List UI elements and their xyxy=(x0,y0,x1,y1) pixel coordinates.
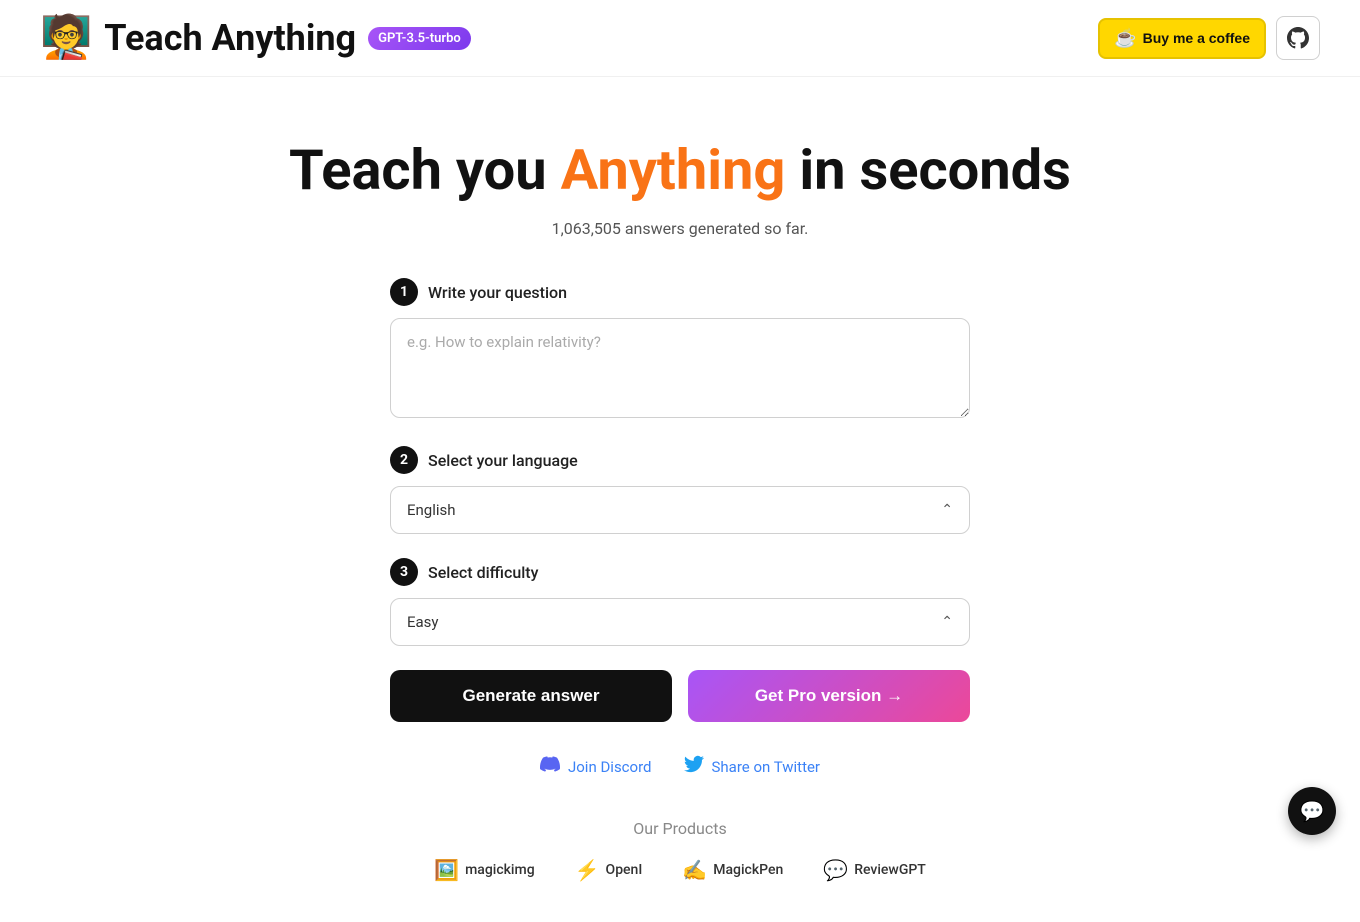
language-select[interactable]: English ⌃ xyxy=(390,486,970,534)
hero-title: Teach you Anything in seconds xyxy=(289,137,1071,203)
coffee-icon: ☕ xyxy=(1114,28,1136,49)
language-select-wrapper: English ⌃ xyxy=(390,486,970,534)
pro-button[interactable]: Get Pro version → xyxy=(688,670,970,722)
step1-label: 1 Write your question xyxy=(390,278,970,306)
buttons-row: Generate answer Get Pro version → xyxy=(390,670,970,722)
step3-text: Select difficulty xyxy=(428,563,538,582)
subtitle: 1,063,505 answers generated so far. xyxy=(552,219,809,238)
products-section: Our Products 🖼️ magickimg ⚡ OpenI ✍️ Mag… xyxy=(340,819,1020,882)
hero-title-end: in seconds xyxy=(785,137,1071,203)
logo-icon: 🧑‍🏫 xyxy=(40,17,92,59)
step2-label: 2 Select your language xyxy=(390,446,970,474)
step3-number: 3 xyxy=(390,558,418,586)
step2-number: 2 xyxy=(390,446,418,474)
magickimg-label: magickimg xyxy=(465,862,535,878)
openi-label: OpenI xyxy=(606,862,643,878)
gpt-badge: GPT-3.5-turbo xyxy=(368,27,471,50)
coffee-btn-label: Buy me a coffee xyxy=(1143,30,1250,46)
discord-icon xyxy=(540,754,560,779)
products-row: 🖼️ magickimg ⚡ OpenI ✍️ MagickPen 💬 Revi… xyxy=(340,858,1020,882)
chevron-up-icon-2: ⌃ xyxy=(941,614,953,630)
magickpen-icon: ✍️ xyxy=(682,858,707,882)
generate-button[interactable]: Generate answer xyxy=(390,670,672,722)
product-magickimg[interactable]: 🖼️ magickimg xyxy=(434,858,534,882)
magickimg-icon: 🖼️ xyxy=(434,858,459,882)
language-value: English xyxy=(407,501,456,519)
difficulty-select-wrapper: Easy ⌃ xyxy=(390,598,970,646)
discord-link[interactable]: Join Discord xyxy=(540,754,652,779)
product-openi[interactable]: ⚡ OpenI xyxy=(575,858,643,882)
step1-number: 1 xyxy=(390,278,418,306)
products-title: Our Products xyxy=(340,819,1020,838)
reviewgpt-label: ReviewGPT xyxy=(854,862,926,878)
social-links: Join Discord Share on Twitter xyxy=(390,754,970,779)
app-title: Teach Anything xyxy=(104,17,356,59)
header-left: 🧑‍🏫 Teach Anything GPT-3.5-turbo xyxy=(40,17,471,59)
difficulty-value: Easy xyxy=(407,613,439,631)
question-input[interactable] xyxy=(390,318,970,418)
header: 🧑‍🏫 Teach Anything GPT-3.5-turbo ☕ Buy m… xyxy=(0,0,1360,77)
github-button[interactable] xyxy=(1276,16,1320,60)
buy-coffee-button[interactable]: ☕ Buy me a coffee xyxy=(1098,18,1266,59)
hero-title-start: Teach you xyxy=(289,137,561,203)
twitter-icon xyxy=(684,754,704,779)
difficulty-select[interactable]: Easy ⌃ xyxy=(390,598,970,646)
chevron-up-icon: ⌃ xyxy=(941,502,953,518)
discord-label: Join Discord xyxy=(568,758,652,776)
product-reviewgpt[interactable]: 💬 ReviewGPT xyxy=(823,858,926,882)
form-container: 1 Write your question 2 Select your lang… xyxy=(390,278,970,819)
twitter-link[interactable]: Share on Twitter xyxy=(684,754,821,779)
github-icon xyxy=(1287,27,1309,49)
chat-bubble-icon: 💬 xyxy=(1300,799,1325,823)
step2-text: Select your language xyxy=(428,451,578,470)
step1-text: Write your question xyxy=(428,283,567,302)
chat-bubble[interactable]: 💬 xyxy=(1288,787,1336,835)
step3-label: 3 Select difficulty xyxy=(390,558,970,586)
twitter-label: Share on Twitter xyxy=(712,758,821,776)
magickpen-label: MagickPen xyxy=(713,862,783,878)
openi-icon: ⚡ xyxy=(575,858,600,882)
product-magickpen[interactable]: ✍️ MagickPen xyxy=(682,858,783,882)
main-content: Teach you Anything in seconds 1,063,505 … xyxy=(0,77,1360,922)
header-right: ☕ Buy me a coffee xyxy=(1098,16,1320,60)
reviewgpt-icon: 💬 xyxy=(823,858,848,882)
hero-title-highlight: Anything xyxy=(561,137,786,203)
